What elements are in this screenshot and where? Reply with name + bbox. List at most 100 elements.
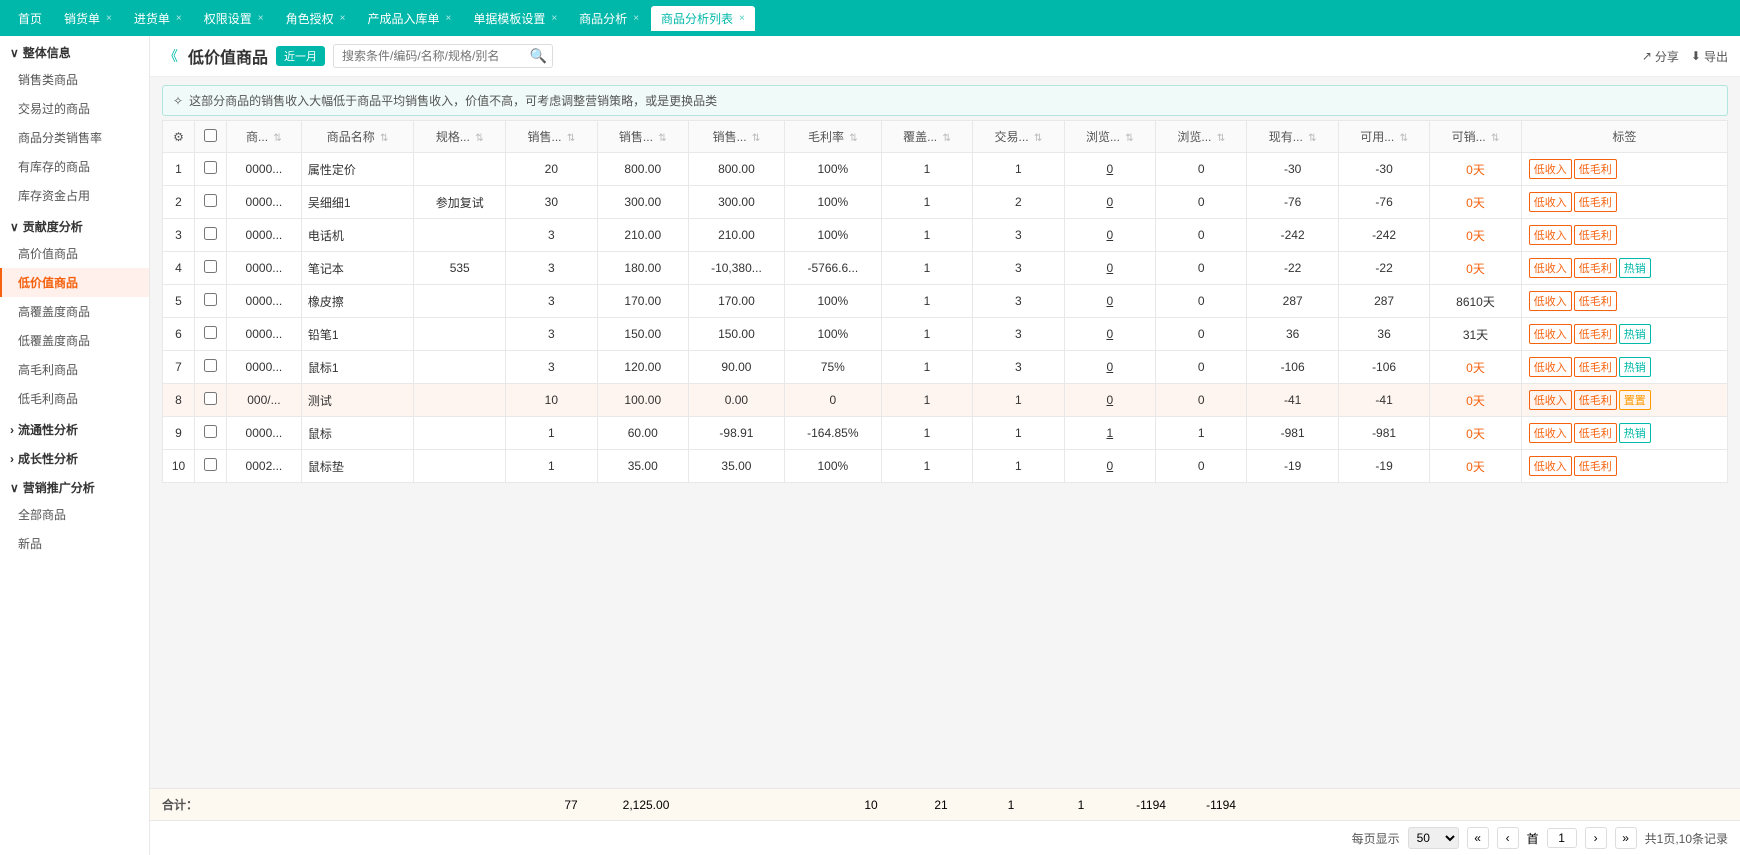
col-sales-val[interactable]: 销售... ⇅ <box>688 121 784 153</box>
view1-link[interactable]: 0 <box>1106 261 1113 275</box>
col-stock[interactable]: 现有... ⇅ <box>1247 121 1338 153</box>
close-icon[interactable]: × <box>258 13 264 24</box>
col-sell-days[interactable]: 可销... ⇅ <box>1430 121 1521 153</box>
view1-link[interactable]: 0 <box>1106 327 1113 341</box>
view1-link[interactable]: 0 <box>1106 162 1113 176</box>
sidebar-section-overall[interactable]: ∨ 整体信息 <box>0 36 149 65</box>
sidebar-item-stock-fund[interactable]: 库存资金占用 <box>0 181 149 210</box>
col-view2[interactable]: 浏览... ⇅ <box>1156 121 1247 153</box>
row-code: 0000... <box>227 153 302 186</box>
nav-sales[interactable]: 销货单× <box>54 6 122 31</box>
col-setting[interactable]: ⚙ <box>163 121 195 153</box>
nav-inbound[interactable]: 产成品入库单× <box>357 6 461 31</box>
close-icon[interactable]: × <box>445 13 451 24</box>
col-name[interactable]: 商品名称 ⇅ <box>301 121 413 153</box>
row-checkbox-input[interactable] <box>204 425 217 438</box>
sidebar-item-stock-goods[interactable]: 有库存的商品 <box>0 152 149 181</box>
first-page-btn[interactable]: « <box>1467 827 1489 849</box>
nav-analysis[interactable]: 商品分析× <box>569 6 649 31</box>
row-checkbox[interactable] <box>195 186 227 219</box>
nav-analysis-list[interactable]: 商品分析列表× <box>651 6 755 31</box>
col-avail[interactable]: 可用... ⇅ <box>1338 121 1429 153</box>
col-code[interactable]: 商... ⇅ <box>227 121 302 153</box>
col-sales-qty[interactable]: 销售... ⇅ <box>506 121 597 153</box>
col-gross[interactable]: 毛利率 ⇅ <box>784 121 881 153</box>
row-checkbox-input[interactable] <box>204 359 217 372</box>
close-icon[interactable]: × <box>340 13 346 24</box>
col-view1[interactable]: 浏览... ⇅ <box>1064 121 1155 153</box>
sidebar-item-low-value[interactable]: 低价值商品 <box>0 268 149 297</box>
row-trade: 1 <box>973 450 1064 483</box>
nav-home[interactable]: 首页 <box>8 6 52 31</box>
next-page-btn[interactable]: › <box>1585 827 1607 849</box>
page-header-right: ↗ 分享 ⬇ 导出 <box>1642 48 1728 65</box>
sidebar-section-growth[interactable]: › 成长性分析 <box>0 442 149 471</box>
select-all-checkbox[interactable] <box>204 129 217 142</box>
row-checkbox[interactable] <box>195 417 227 450</box>
col-trade[interactable]: 交易... ⇅ <box>973 121 1064 153</box>
row-checkbox-input[interactable] <box>204 458 217 471</box>
row-checkbox-input[interactable] <box>204 194 217 207</box>
nav-template[interactable]: 单据模板设置× <box>463 6 567 31</box>
view1-link[interactable]: 0 <box>1106 294 1113 308</box>
close-icon[interactable]: × <box>739 13 745 24</box>
date-filter-btn[interactable]: 近一月 <box>276 46 325 66</box>
nav-permission[interactable]: 权限设置× <box>194 6 274 31</box>
sidebar-item-all-goods[interactable]: 全部商品 <box>0 500 149 529</box>
sidebar-item-category-rate[interactable]: 商品分类销售率 <box>0 123 149 152</box>
row-checkbox[interactable] <box>195 318 227 351</box>
table-wrap: ⚙ 商... ⇅ 商品名称 ⇅ 规格... ⇅ 销售... ⇅ 销售... ⇅ … <box>150 120 1740 788</box>
close-icon[interactable]: × <box>633 13 639 24</box>
row-checkbox[interactable] <box>195 351 227 384</box>
row-checkbox[interactable] <box>195 252 227 285</box>
row-checkbox-input[interactable] <box>204 326 217 339</box>
sidebar-item-sales-goods[interactable]: 销售类商品 <box>0 65 149 94</box>
row-checkbox-input[interactable] <box>204 293 217 306</box>
view1-link[interactable]: 0 <box>1106 393 1113 407</box>
export-btn[interactable]: ⬇ 导出 <box>1691 48 1728 65</box>
share-btn[interactable]: ↗ 分享 <box>1642 48 1679 65</box>
view1-link[interactable]: 0 <box>1106 228 1113 242</box>
view1-link[interactable]: 1 <box>1106 426 1113 440</box>
row-checkbox-input[interactable] <box>204 260 217 273</box>
collapse-btn[interactable]: 《 <box>162 44 180 68</box>
close-icon[interactable]: × <box>106 13 112 24</box>
sidebar-item-traded-goods[interactable]: 交易过的商品 <box>0 94 149 123</box>
sidebar-section-contribution[interactable]: ∨ 贡献度分析 <box>0 210 149 239</box>
row-view1: 0 <box>1064 186 1155 219</box>
sidebar-item-high-cover[interactable]: 高覆盖度商品 <box>0 297 149 326</box>
row-checkbox-input[interactable] <box>204 392 217 405</box>
col-cover[interactable]: 覆盖... ⇅ <box>881 121 972 153</box>
sidebar-item-low-margin[interactable]: 低毛利商品 <box>0 384 149 413</box>
row-checkbox-input[interactable] <box>204 227 217 240</box>
sidebar-item-high-margin[interactable]: 高毛利商品 <box>0 355 149 384</box>
nav-purchase[interactable]: 进货单× <box>124 6 192 31</box>
page-input[interactable] <box>1547 828 1577 848</box>
row-tags: 低收入低毛利置置 <box>1521 384 1727 417</box>
search-input[interactable] <box>333 44 553 68</box>
col-sales-amt[interactable]: 销售... ⇅ <box>597 121 688 153</box>
sidebar-item-new-goods[interactable]: 新品 <box>0 529 149 558</box>
sidebar-section-marketing[interactable]: ∨ 营销推广分析 <box>0 471 149 500</box>
row-view2: 0 <box>1156 186 1247 219</box>
nav-role[interactable]: 角色授权× <box>276 6 356 31</box>
col-spec[interactable]: 规格... ⇅ <box>414 121 506 153</box>
last-page-btn[interactable]: » <box>1615 827 1637 849</box>
row-checkbox[interactable] <box>195 153 227 186</box>
prev-page-btn[interactable]: ‹ <box>1497 827 1519 849</box>
row-checkbox[interactable] <box>195 285 227 318</box>
search-icon[interactable]: 🔍 <box>530 48 547 65</box>
view1-link[interactable]: 0 <box>1106 360 1113 374</box>
row-checkbox-input[interactable] <box>204 161 217 174</box>
row-checkbox[interactable] <box>195 219 227 252</box>
row-checkbox[interactable] <box>195 450 227 483</box>
view1-link[interactable]: 0 <box>1106 195 1113 209</box>
close-icon[interactable]: × <box>176 13 182 24</box>
close-icon[interactable]: × <box>551 13 557 24</box>
per-page-select[interactable]: 50 100 <box>1408 827 1459 849</box>
sidebar-section-liquidity[interactable]: › 流通性分析 <box>0 413 149 442</box>
sidebar-item-high-value[interactable]: 高价值商品 <box>0 239 149 268</box>
row-checkbox[interactable] <box>195 384 227 417</box>
view1-link[interactable]: 0 <box>1106 459 1113 473</box>
sidebar-item-low-cover[interactable]: 低覆盖度商品 <box>0 326 149 355</box>
